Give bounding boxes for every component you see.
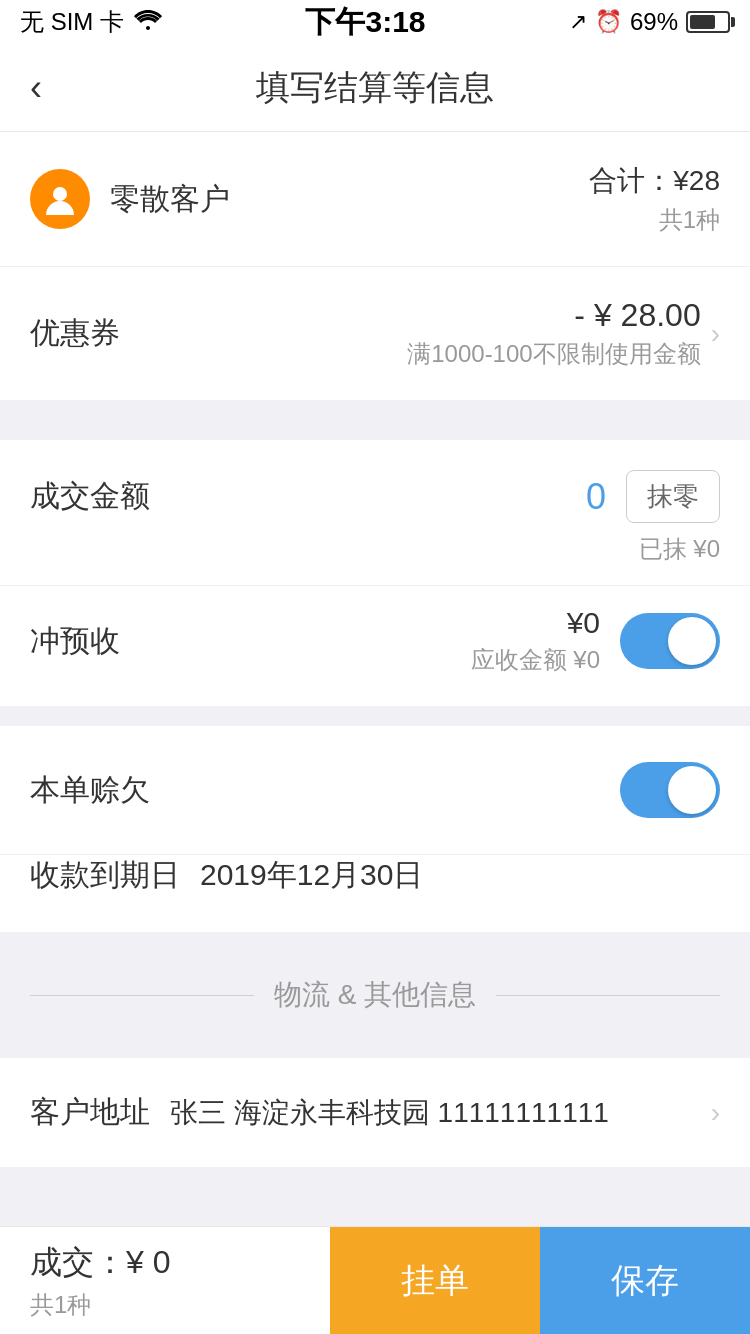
deal-prefix: 成交： <box>30 1244 126 1280</box>
prepay-amount: ¥0 <box>471 606 600 640</box>
status-right: ↗ ⏰ 69% <box>569 8 730 36</box>
transaction-label: 成交金额 <box>30 476 150 517</box>
logistics-header: 物流 & 其他信息 <box>0 952 750 1038</box>
prepay-row: 冲预收 ¥0 应收金额 ¥0 <box>0 585 750 706</box>
battery-icon <box>686 11 730 33</box>
time-label: 下午3:18 <box>305 2 425 43</box>
total-amount: 合计：¥28 <box>589 162 720 200</box>
address-value: 张三 海淀永丰科技园 11111111111 <box>170 1094 711 1132</box>
coupon-amount: - ¥ 28.00 <box>407 297 700 334</box>
status-bar: 无 SIM 卡 下午3:18 ↗ ⏰ 69% <box>0 0 750 44</box>
svg-point-0 <box>53 187 67 201</box>
deal-amount: ¥ 0 <box>126 1244 170 1280</box>
due-date-label: 收款到期日 <box>30 855 180 896</box>
content: 零散客户 合计：¥28 共1种 优惠券 - ¥ 28.00 满1000-100不… <box>0 132 750 1334</box>
debt-label: 本单赊欠 <box>30 770 150 811</box>
round-down-button[interactable]: 抹零 <box>626 470 720 523</box>
avatar <box>30 169 90 229</box>
carrier-label: 无 SIM 卡 <box>20 6 124 38</box>
nav-bar: ‹ 填写结算等信息 <box>0 44 750 132</box>
debt-section: 本单赊欠 收款到期日 2019年12月30日 <box>0 726 750 932</box>
prepay-toggle[interactable] <box>620 613 720 669</box>
prepay-amount-group: ¥0 应收金额 ¥0 <box>471 606 600 676</box>
divider-1 <box>0 420 750 440</box>
debt-row: 本单赊欠 <box>0 726 750 854</box>
customer-section: 零散客户 合计：¥28 共1种 优惠券 - ¥ 28.00 满1000-100不… <box>0 132 750 400</box>
coupon-right: - ¥ 28.00 满1000-100不限制使用金额 › <box>407 297 720 370</box>
wifi-icon <box>134 8 162 36</box>
location-icon: ↗ <box>569 9 587 35</box>
transaction-row: 成交金额 0 抹零 <box>0 440 750 533</box>
pending-button[interactable]: 挂单 <box>330 1227 540 1335</box>
bottom-bar: 成交：¥ 0 共1种 挂单 保存 <box>0 1226 750 1334</box>
bottom-count: 共1种 <box>30 1289 300 1321</box>
battery-percent: 69% <box>630 8 678 36</box>
transaction-amount: 0 <box>586 476 606 518</box>
coupon-label: 优惠券 <box>30 313 120 354</box>
address-row[interactable]: 客户地址 张三 海淀永丰科技园 11111111111 › <box>0 1058 750 1167</box>
toggle-knob <box>668 617 716 665</box>
debt-toggle[interactable] <box>620 762 720 818</box>
total-count: 共1种 <box>589 204 720 236</box>
prepay-receivable: 应收金额 ¥0 <box>471 644 600 676</box>
address-chevron-icon: › <box>711 1097 720 1129</box>
transaction-right: 0 抹零 <box>586 470 720 523</box>
due-date-row: 收款到期日 2019年12月30日 <box>0 854 750 932</box>
bottom-btn-group: 挂单 保存 <box>330 1227 750 1335</box>
bottom-deal: 成交：¥ 0 <box>30 1241 300 1285</box>
page-title: 填写结算等信息 <box>256 65 494 111</box>
customer-row: 零散客户 合计：¥28 共1种 <box>0 132 750 266</box>
already-rounded: 已抹 ¥0 <box>0 533 750 585</box>
divider-2 <box>0 706 750 726</box>
customer-total: 合计：¥28 共1种 <box>589 162 720 236</box>
customer-left: 零散客户 <box>30 169 230 229</box>
debt-toggle-knob <box>668 766 716 814</box>
status-left: 无 SIM 卡 <box>20 6 162 38</box>
coupon-row[interactable]: 优惠券 - ¥ 28.00 满1000-100不限制使用金额 › <box>0 266 750 400</box>
logistics-section: 物流 & 其他信息 <box>0 952 750 1038</box>
transaction-section: 成交金额 0 抹零 已抹 ¥0 冲预收 ¥0 应收金额 ¥0 <box>0 440 750 706</box>
coupon-desc: 满1000-100不限制使用金额 <box>407 338 700 370</box>
chevron-right-icon: › <box>711 318 720 350</box>
back-button[interactable]: ‹ <box>30 67 42 109</box>
customer-name: 零散客户 <box>110 179 230 220</box>
prepay-label: 冲预收 <box>30 621 120 662</box>
alarm-icon: ⏰ <box>595 9 622 35</box>
due-date-value: 2019年12月30日 <box>200 855 423 896</box>
prepay-right: ¥0 应收金额 ¥0 <box>471 606 720 676</box>
address-label: 客户地址 <box>30 1092 150 1133</box>
coupon-right-inner: - ¥ 28.00 满1000-100不限制使用金额 <box>407 297 700 370</box>
logistics-label: 物流 & 其他信息 <box>274 976 476 1014</box>
save-button[interactable]: 保存 <box>540 1227 750 1335</box>
address-section: 客户地址 张三 海淀永丰科技园 11111111111 › <box>0 1058 750 1167</box>
bottom-summary: 成交：¥ 0 共1种 <box>0 1241 330 1321</box>
